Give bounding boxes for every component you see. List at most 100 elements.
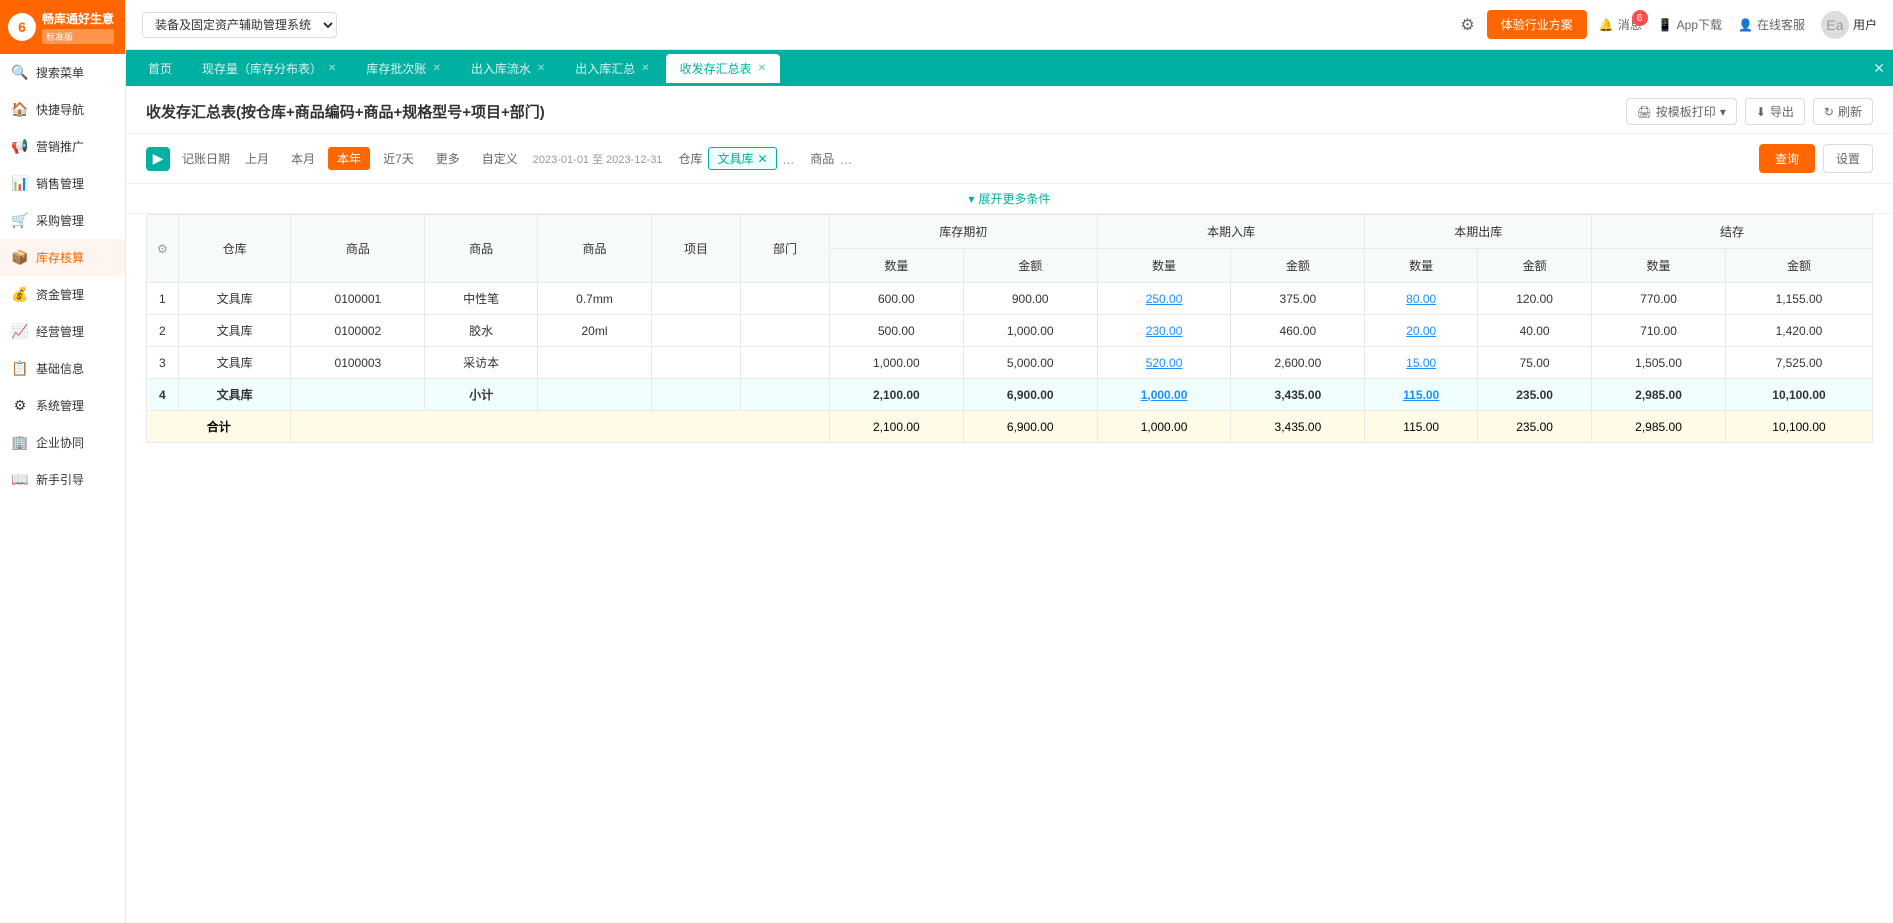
row-out-amt: 235.00 — [1478, 379, 1592, 411]
in-qty-link[interactable]: 1,000.00 — [1141, 388, 1188, 402]
row-in-qty: 250.00 — [1097, 283, 1231, 315]
sub-header-in-qty: 数量 — [1097, 249, 1231, 283]
row-bal-qty: 1,505.00 — [1592, 347, 1726, 379]
date-btn-更多[interactable]: 更多 — [427, 147, 469, 170]
row-spec: 0.7mm — [537, 283, 651, 315]
goods-more-button[interactable]: ... — [840, 151, 852, 167]
row-in-amt: 460.00 — [1231, 315, 1365, 347]
row-warehouse: 文具库 — [178, 283, 291, 315]
footer-bal-qty: 2,985.00 — [1592, 411, 1726, 443]
row-name: 胶水 — [425, 315, 538, 347]
gear-icon[interactable]: ⚙ — [1460, 15, 1474, 35]
row-project — [652, 347, 741, 379]
topbar-actions: 🔔 消息 6 📱 App下载 👤 在线客服 Ea 用户 — [1599, 11, 1877, 39]
sidebar-item-basic[interactable]: 📋基础信息 — [0, 350, 125, 387]
sidebar-nav: 🔍搜索菜单🏠快捷导航📢营销推广📊销售管理🛒采购管理📦库存核算💰资金管理📈经营管理… — [0, 54, 125, 498]
tab-label: 出入库流水 — [471, 60, 531, 77]
col-header-code: 商品 — [291, 215, 425, 283]
filter-expand-button[interactable]: ▶ — [146, 147, 170, 171]
out-qty-link[interactable]: 15.00 — [1406, 356, 1436, 370]
col-header-opening: 库存期初 — [829, 215, 1097, 249]
system-select[interactable]: 装备及固定资产辅助管理系统 — [142, 12, 337, 38]
tab-close-icon[interactable]: ✕ — [641, 63, 649, 74]
sidebar-item-guide[interactable]: 📖新手引导 — [0, 461, 125, 498]
sidebar-item-operation[interactable]: 📈经营管理 — [0, 313, 125, 350]
app-download-button[interactable]: 📱 App下载 — [1658, 16, 1722, 33]
sidebar-item-system[interactable]: ⚙系统管理 — [0, 387, 125, 424]
sidebar-item-quick-nav[interactable]: 🏠快捷导航 — [0, 91, 125, 128]
col-header-out: 本期出库 — [1365, 215, 1592, 249]
query-button[interactable]: 查询 — [1759, 144, 1815, 173]
tab-inout-summary[interactable]: 出入库汇总✕ — [561, 54, 663, 83]
sidebar-item-purchase[interactable]: 🛒采购管理 — [0, 202, 125, 239]
tab-close-icon[interactable]: ✕ — [758, 63, 766, 74]
data-table-wrap: ⚙ 仓库 商品 商品 商品 项目 部门 库存期初 本期入库 本期出库 结存 数量 — [126, 214, 1893, 923]
sidebar-item-label: 库存核算 — [36, 249, 84, 266]
date-btn-自定义[interactable]: 自定义 — [473, 147, 527, 170]
search-icon: 🔍 — [12, 65, 28, 81]
tab-collect-summary[interactable]: 收发存汇总表✕ — [666, 54, 780, 83]
col-header-in: 本期入库 — [1097, 215, 1365, 249]
row-open-qty: 500.00 — [829, 315, 963, 347]
tab-stock-dist[interactable]: 现存量（库存分布表）✕ — [188, 54, 350, 83]
tab-close-icon[interactable]: ✕ — [537, 63, 545, 74]
warehouse-more-button[interactable]: ... — [783, 151, 795, 167]
row-project — [652, 379, 741, 411]
sidebar-item-inventory[interactable]: 📦库存核算 — [0, 239, 125, 276]
row-in-amt: 3,435.00 — [1231, 379, 1365, 411]
setting-button[interactable]: 设置 — [1823, 144, 1873, 173]
col-header-dept: 部门 — [740, 215, 829, 283]
sub-header-out-amt: 金额 — [1478, 249, 1592, 283]
row-out-amt: 75.00 — [1478, 347, 1592, 379]
sidebar-item-enterprise[interactable]: 🏢企业协同 — [0, 424, 125, 461]
out-qty-link[interactable]: 80.00 — [1406, 292, 1436, 306]
expand-more-button[interactable]: ▾ 展开更多条件 — [968, 190, 1050, 207]
export-button[interactable]: ⬇ 导出 — [1745, 98, 1805, 125]
tab-close-icon[interactable]: ✕ — [432, 63, 440, 74]
sidebar-item-label: 资金管理 — [36, 286, 84, 303]
online-service-button[interactable]: 👤 在线客服 — [1738, 16, 1805, 33]
date-btn-本年[interactable]: 本年 — [328, 147, 370, 170]
tab-inout-flow[interactable]: 出入库流水 ✕ — [457, 54, 559, 83]
table-row: 3 文具库 0100003 采访本 1,000.00 5,000.00 520.… — [147, 347, 1873, 379]
footer-out-amt: 235.00 — [1478, 411, 1592, 443]
date-btn-近7天[interactable]: 近7天 — [374, 147, 423, 170]
sidebar-item-sales[interactable]: 📊销售管理 — [0, 165, 125, 202]
sidebar-item-label: 销售管理 — [36, 175, 84, 192]
row-num: 2 — [147, 315, 179, 347]
trial-button[interactable]: 体验行业方案 — [1487, 10, 1587, 39]
in-qty-link[interactable]: 520.00 — [1146, 356, 1183, 370]
tab-batch[interactable]: 库存批次账✕ — [352, 54, 454, 83]
avatar: Ea — [1821, 11, 1849, 39]
out-qty-link[interactable]: 20.00 — [1406, 324, 1436, 338]
remove-warehouse-tag-button[interactable]: ✕ — [757, 152, 767, 166]
tab-close-icon[interactable]: ✕ — [328, 63, 336, 74]
print-icon: 🖨 — [1637, 105, 1652, 119]
row-num: 1 — [147, 283, 179, 315]
print-button[interactable]: 🖨 按模板打印 ▾ — [1626, 98, 1737, 125]
close-all-tabs-button[interactable]: ✕ — [1873, 60, 1885, 77]
date-btn-上月[interactable]: 上月 — [236, 147, 278, 170]
in-qty-link[interactable]: 230.00 — [1146, 324, 1183, 338]
expand-more-bar: ▾ 展开更多条件 — [126, 184, 1893, 214]
row-warehouse: 文具库 — [178, 347, 291, 379]
col-header-project: 项目 — [652, 215, 741, 283]
sidebar-item-marketing[interactable]: 📢营销推广 — [0, 128, 125, 165]
in-qty-link[interactable]: 250.00 — [1146, 292, 1183, 306]
row-out-amt: 120.00 — [1478, 283, 1592, 315]
row-bal-amt: 1,420.00 — [1725, 315, 1872, 347]
sidebar-item-finance[interactable]: 💰资金管理 — [0, 276, 125, 313]
column-settings-icon[interactable]: ⚙ — [147, 215, 179, 283]
download-icon: 📱 — [1658, 18, 1673, 32]
tab-bar: 首页现存量（库存分布表）✕库存批次账✕出入库流水✕出入库汇总✕收发存汇总表✕ ✕ — [126, 50, 1893, 86]
user-menu[interactable]: Ea 用户 — [1821, 11, 1877, 39]
date-btn-本月[interactable]: 本月 — [282, 147, 324, 170]
refresh-button[interactable]: ↻ 刷新 — [1813, 98, 1873, 125]
footer-row: 合计 2,100.00 6,900.00 1,000.00 3,435.00 1… — [147, 411, 1873, 443]
tab-home[interactable]: 首页 — [134, 54, 186, 83]
message-button[interactable]: 🔔 消息 6 — [1599, 16, 1642, 33]
topbar: 装备及固定资产辅助管理系统 ⚙ 体验行业方案 🔔 消息 6 📱 App下载 👤 … — [126, 0, 1893, 50]
sidebar-item-search[interactable]: 🔍搜索菜单 — [0, 54, 125, 91]
out-qty-link[interactable]: 115.00 — [1403, 388, 1439, 402]
warehouse-tag[interactable]: 文具库 ✕ — [708, 147, 776, 170]
